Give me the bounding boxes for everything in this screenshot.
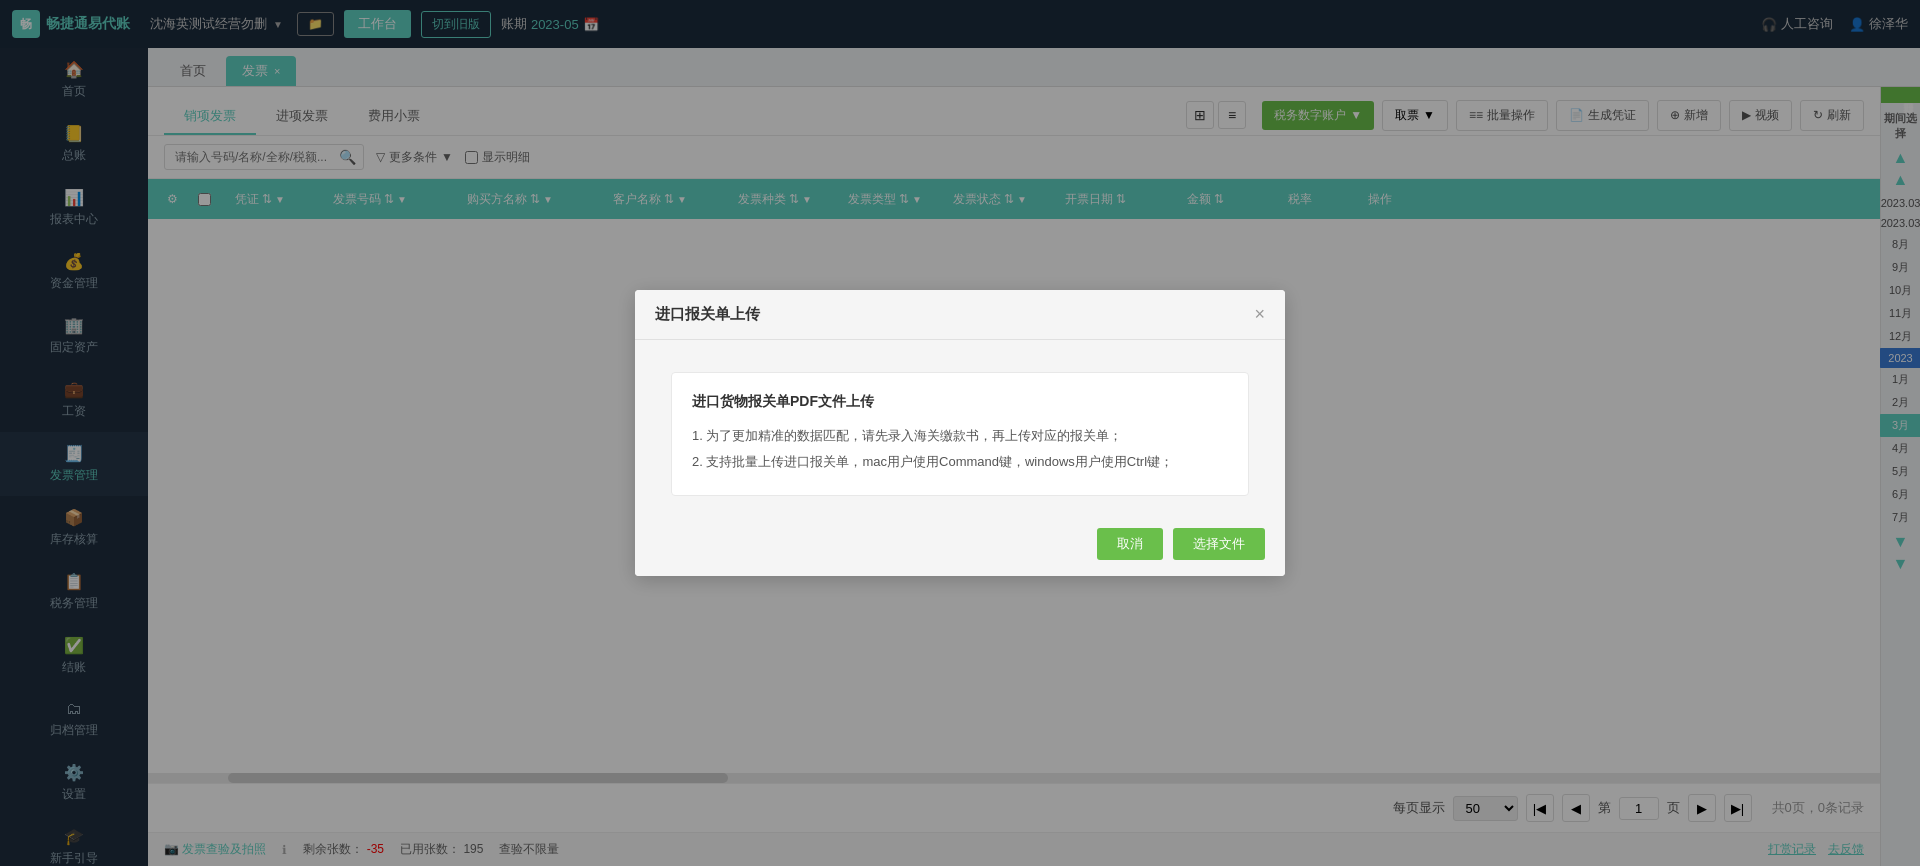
instruction-2: 2. 支持批量上传进口报关单，mac用户使用Command键，windows用户… [692, 449, 1228, 475]
modal-overlay[interactable]: 进口报关单上传 × 进口货物报关单PDF文件上传 1. 为了更加精准的数据匹配，… [0, 0, 1920, 866]
instruction-1: 1. 为了更加精准的数据匹配，请先录入海关缴款书，再上传对应的报关单； [692, 423, 1228, 449]
modal-instructions: 1. 为了更加精准的数据匹配，请先录入海关缴款书，再上传对应的报关单； 2. 支… [692, 423, 1228, 475]
modal-body: 进口货物报关单PDF文件上传 1. 为了更加精准的数据匹配，请先录入海关缴款书，… [671, 372, 1249, 496]
modal-header: 进口报关单上传 × [635, 290, 1285, 340]
modal-select-file-button[interactable]: 选择文件 [1173, 528, 1265, 560]
modal-close-button[interactable]: × [1254, 304, 1265, 325]
import-customs-modal: 进口报关单上传 × 进口货物报关单PDF文件上传 1. 为了更加精准的数据匹配，… [635, 290, 1285, 576]
modal-cancel-button[interactable]: 取消 [1097, 528, 1163, 560]
modal-title: 进口报关单上传 [655, 305, 760, 324]
modal-section-title: 进口货物报关单PDF文件上传 [692, 393, 1228, 411]
modal-footer: 取消 选择文件 [635, 512, 1285, 576]
